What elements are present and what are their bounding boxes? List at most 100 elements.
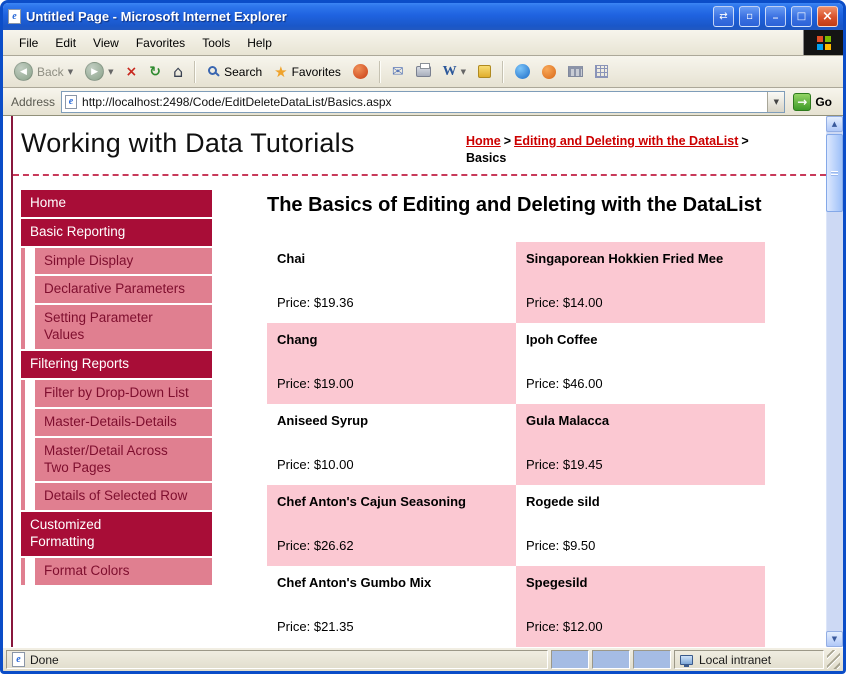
product-price: Price: $46.00	[526, 375, 603, 391]
breadcrumb-link-section[interactable]: Editing and Deleting with the DataList	[514, 134, 738, 148]
forward-button[interactable]: ▶ ▼	[80, 59, 118, 84]
scroll-up-button[interactable]: ▲	[826, 116, 843, 132]
breadcrumb-link-home[interactable]: Home	[466, 134, 501, 148]
product-cell: Singaporean Hokkien Fried Mee Price: $14…	[516, 241, 765, 323]
product-price: Price: $9.50	[526, 537, 596, 553]
breadcrumb-line-1: Home > Editing and Deleting with the DataL…	[466, 133, 818, 150]
window-extra-button-1[interactable]: ⇄	[713, 6, 734, 27]
notes-button[interactable]	[473, 62, 496, 81]
print-button[interactable]	[411, 63, 436, 80]
product-name: Aniseed Syrup	[277, 412, 369, 428]
sidebar-item-basic-reporting[interactable]: Basic Reporting	[21, 218, 212, 246]
product-cell: Chang Price: $19.00	[267, 322, 516, 404]
scroll-down-button[interactable]: ▼	[826, 631, 843, 647]
research-icon	[568, 66, 584, 77]
favorites-button[interactable]: ★ Favorites	[269, 60, 346, 84]
close-button[interactable]: ×	[817, 6, 838, 27]
address-label: Address	[11, 94, 56, 109]
product-cell: Chef Anton's Cajun Seasoning Price: $26.…	[267, 484, 516, 566]
media-icon	[352, 64, 368, 79]
product-cell: Chai Price: $19.36	[267, 242, 516, 323]
status-pane	[551, 650, 589, 669]
menu-item-help[interactable]: Help	[239, 32, 280, 54]
favorites-label: Favorites	[291, 64, 341, 79]
search-label: Search	[224, 64, 263, 79]
sidebar-item-filter-by-dropdown-list[interactable]: Filter by Drop-Down List	[35, 379, 212, 407]
breadcrumb-separator: >	[741, 134, 749, 148]
product-name: Chef Anton's Cajun Seasoning	[277, 493, 466, 509]
refresh-button[interactable]: ↻	[144, 61, 166, 83]
resize-grip[interactable]	[827, 650, 840, 669]
messenger-button[interactable]	[510, 61, 535, 82]
address-input[interactable]	[82, 94, 763, 109]
web-assistant-button[interactable]	[537, 62, 561, 82]
product-price: Price: $26.62	[277, 537, 354, 553]
breadcrumb-separator: >	[503, 134, 512, 148]
status-pane	[592, 650, 630, 669]
standard-toolbar: ◀ Back ▼ ▶ ▼ × ↻ ⌂ Search ★ Favorites ✉ …	[3, 56, 843, 88]
address-dropdown-button[interactable]: ▼	[767, 91, 785, 112]
address-bar: Address e ▼ → Go	[3, 88, 843, 116]
scrollbar-thumb[interactable]	[826, 134, 843, 212]
menu-item-file[interactable]: File	[11, 32, 46, 54]
main-content: The Basics of Editing and Deleting with …	[267, 190, 807, 647]
media-button[interactable]	[348, 61, 373, 82]
search-button[interactable]: Search	[202, 62, 267, 82]
product-name: Rogede sild	[526, 493, 600, 509]
go-label: Go	[815, 94, 832, 109]
local-intranet-icon	[680, 654, 693, 667]
edit-with-word-button[interactable]: W ▼	[438, 61, 471, 83]
sidebar-item-filtering-reports[interactable]: Filtering Reports	[21, 351, 212, 378]
ie-icon: e	[8, 9, 21, 24]
maximize-button[interactable]: □	[791, 6, 812, 27]
back-label: Back	[37, 64, 64, 79]
sidebar-item-customized-formatting[interactable]: Customized Formatting	[21, 512, 212, 556]
product-price: Price: $12.00	[526, 618, 603, 634]
product-name: Ipoh Coffee	[526, 331, 598, 347]
go-arrow-icon: →	[793, 92, 812, 111]
research-button[interactable]	[563, 63, 588, 80]
web-page: Working with Data Tutorials Home > Editing…	[3, 116, 826, 647]
page-title: The Basics of Editing and Deleting with …	[267, 193, 762, 216]
security-zone-pane: Local intranet	[674, 650, 824, 669]
sidebar-item-details-of-selected-row[interactable]: Details of Selected Row	[35, 483, 212, 511]
toolbar-separator	[194, 60, 197, 83]
sidebar-item-declarative-parameters[interactable]: Declarative Parameters	[35, 276, 212, 304]
product-price: Price: $21.35	[277, 618, 354, 634]
menu-item-tools[interactable]: Tools	[194, 32, 238, 54]
minimize-button[interactable]: _	[765, 6, 786, 27]
status-message-pane: e Done	[6, 650, 548, 669]
menu-item-favorites[interactable]: Favorites	[128, 32, 193, 54]
breadcrumb: Home > Editing and Deleting with the DataL…	[466, 128, 818, 167]
back-dropdown-icon: ▼	[67, 67, 74, 76]
sidebar-group-customized-formatting: Format Colors	[21, 558, 212, 585]
sidebar-item-setting-parameter-values[interactable]: Setting Parameter Values	[35, 305, 212, 349]
messenger-icon	[515, 64, 531, 79]
window-extra-button-2[interactable]: ▫	[739, 6, 760, 27]
home-button[interactable]: ⌂	[168, 59, 188, 84]
product-name: Singaporean Hokkien Fried Mee	[526, 250, 724, 266]
sidebar-item-format-colors[interactable]: Format Colors	[35, 558, 212, 585]
forward-icon: ▶	[85, 62, 105, 81]
sidebar-group-basic-reporting: Simple Display Declarative Parameters Se…	[21, 247, 212, 349]
quick-links-button[interactable]	[590, 62, 613, 81]
sidebar-item-master-detail-two-pages[interactable]: Master/Detail Across Two Pages	[35, 437, 212, 482]
product-datalist: Chai Price: $19.36 Singaporean Hokkien F…	[267, 241, 765, 647]
menu-item-view[interactable]: View	[85, 32, 127, 54]
refresh-icon: ↻	[149, 63, 161, 80]
mail-button[interactable]: ✉	[387, 61, 409, 83]
product-cell: Aniseed Syrup Price: $10.00	[267, 404, 516, 485]
go-button[interactable]: → Go	[791, 92, 838, 111]
sidebar-item-home[interactable]: Home	[21, 189, 212, 217]
sidebar-item-simple-display[interactable]: Simple Display	[35, 247, 212, 275]
windows-flag-icon	[816, 35, 831, 50]
search-icon	[208, 66, 218, 75]
product-name: Chai	[277, 250, 306, 266]
stop-button[interactable]: ×	[120, 61, 142, 83]
menu-item-edit[interactable]: Edit	[47, 32, 84, 54]
back-button[interactable]: ◀ Back ▼	[9, 59, 78, 84]
favorites-star-icon: ★	[274, 62, 288, 81]
sidebar-item-master-details-details[interactable]: Master-Details-Details	[35, 408, 212, 436]
product-price: Price: $19.45	[526, 456, 603, 472]
vertical-scrollbar[interactable]: ▲ ▼	[826, 116, 843, 647]
